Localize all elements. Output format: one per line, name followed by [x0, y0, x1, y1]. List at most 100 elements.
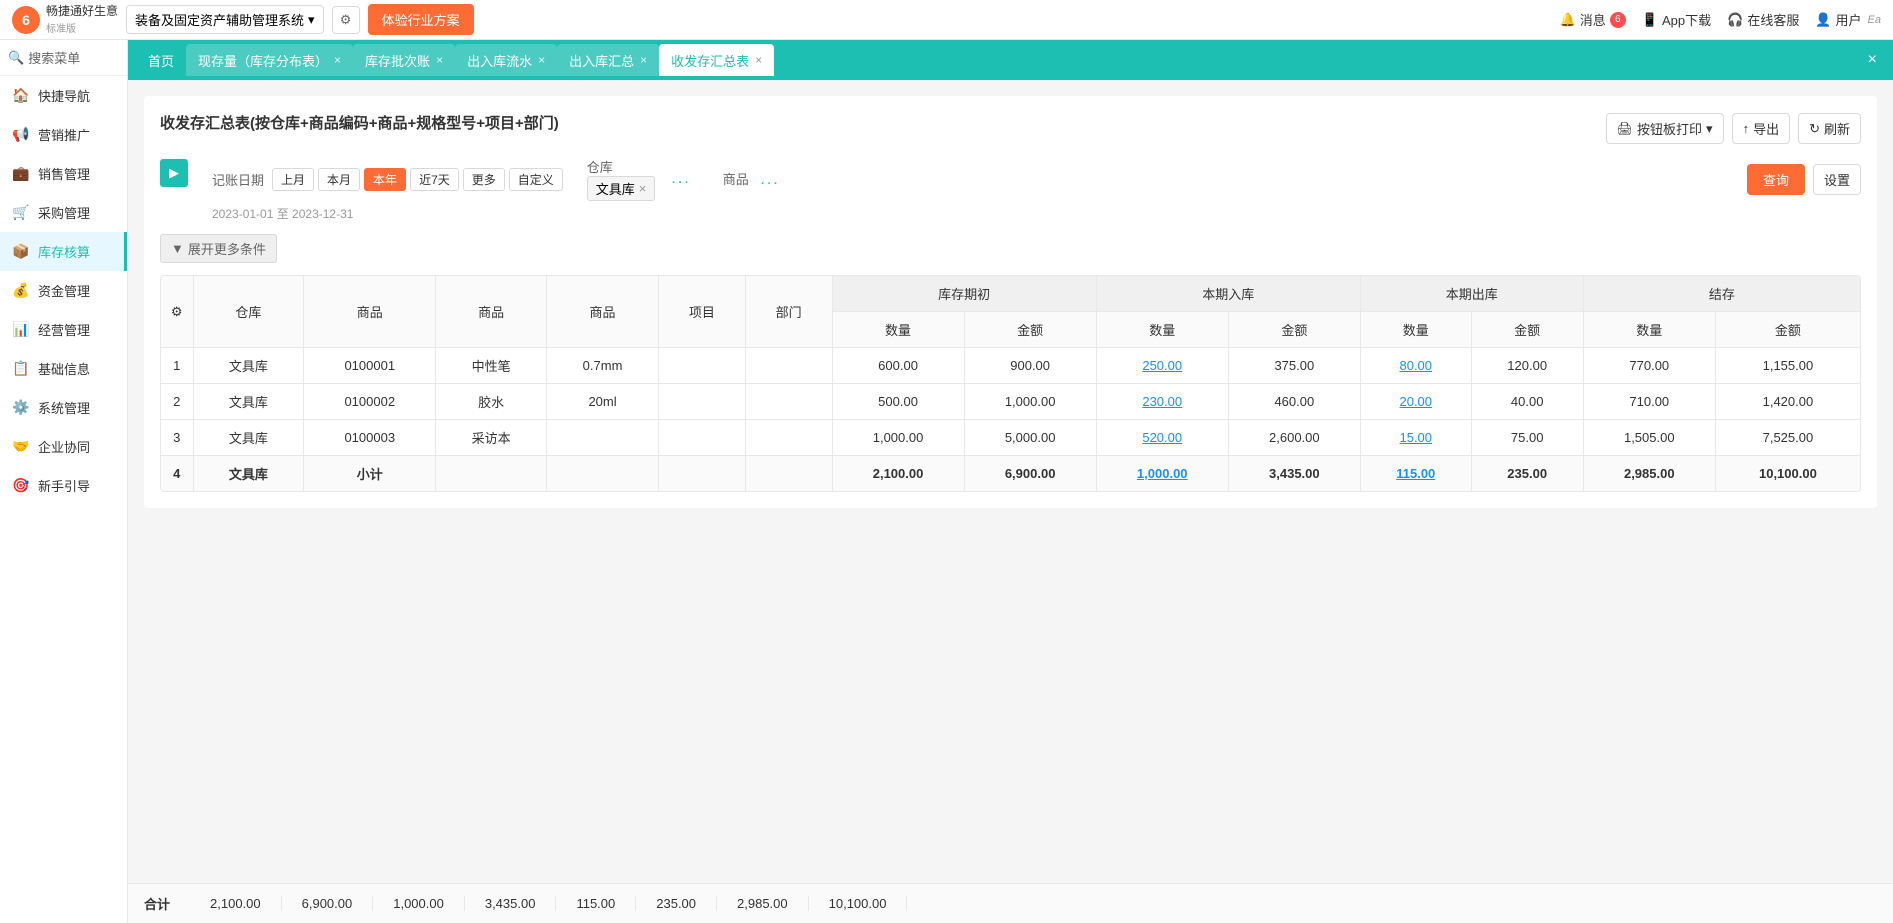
- total-opening-amt: 6,900.00: [282, 896, 374, 911]
- row-closing-amt: 1,420.00: [1715, 384, 1860, 420]
- sidebar-item-label: 采购管理: [38, 203, 90, 222]
- sidebar-item-enterprise[interactable]: 🤝 企业协同: [0, 427, 127, 466]
- row-goods-spec: 0.7mm: [547, 348, 659, 384]
- row-out-amt: 40.00: [1471, 384, 1583, 420]
- row-out-qty[interactable]: 15.00: [1360, 420, 1471, 456]
- page-title: 收发存汇总表(按仓库+商品编码+商品+规格型号+项目+部门): [160, 112, 559, 133]
- subtotal-in-qty[interactable]: 1,000.00: [1096, 456, 1228, 492]
- search-menu-btn[interactable]: 🔍 搜索菜单: [0, 40, 127, 76]
- row-in-qty[interactable]: 250.00: [1096, 348, 1228, 384]
- sidebar-item-label: 销售管理: [38, 164, 90, 183]
- sidebar-item-marketing[interactable]: 📢 营销推广: [0, 115, 127, 154]
- query-btn-area: 查询 设置: [1747, 164, 1861, 195]
- row-closing-qty: 710.00: [1583, 384, 1715, 420]
- row-opening-qty: 600.00: [832, 348, 964, 384]
- system-dropdown[interactable]: 装备及固定资产辅助管理系统 ▾: [126, 5, 324, 34]
- filter-toggle-btn[interactable]: ▶: [160, 159, 188, 187]
- tab-label: 出入库流水: [467, 51, 532, 70]
- tab-in-out-summary[interactable]: 出入库汇总 ×: [557, 44, 659, 76]
- query-button[interactable]: 查询: [1747, 164, 1805, 195]
- tab-close-icon[interactable]: ×: [755, 53, 762, 67]
- notifications-btn[interactable]: 🔔 消息 6: [1560, 10, 1626, 29]
- sidebar-item-guide[interactable]: 🎯 新手引导: [0, 466, 127, 505]
- th-in-qty: 数量: [1096, 312, 1228, 348]
- warehouse-tag-close[interactable]: ×: [639, 181, 647, 196]
- print-icon: 🖨: [1617, 121, 1634, 137]
- th-out-qty: 数量: [1360, 312, 1471, 348]
- tab-close-icon[interactable]: ×: [538, 53, 545, 67]
- sidebar-item-finance[interactable]: 💰 资金管理: [0, 271, 127, 310]
- tab-home[interactable]: 首页: [136, 44, 186, 76]
- sidebar-item-quick-nav[interactable]: 🏠 快捷导航: [0, 76, 127, 115]
- chevron-down-icon: ▾: [308, 12, 315, 28]
- row-out-qty[interactable]: 20.00: [1360, 384, 1471, 420]
- table-row: 1 文具库 0100001 中性笔 0.7mm 600.00 900.00: [161, 348, 1860, 384]
- top-bar-right: 🔔 消息 6 📱 App下载 🎧 在线客服 👤 用户 Ea: [1560, 10, 1881, 29]
- print-button[interactable]: 🖨 按钮板打印 ▾: [1606, 113, 1724, 144]
- date-btn-custom[interactable]: 自定义: [509, 168, 563, 191]
- sidebar-item-purchase[interactable]: 🛒 采购管理: [0, 193, 127, 232]
- th-warehouse: 仓库: [193, 276, 304, 348]
- export-button[interactable]: ↑ 导出: [1732, 113, 1791, 144]
- row-in-qty[interactable]: 520.00: [1096, 420, 1228, 456]
- warehouse-tag-text: 文具库: [596, 179, 635, 198]
- tab-close-icon[interactable]: ×: [334, 53, 341, 67]
- refresh-icon: ↻: [1809, 121, 1820, 137]
- search-icon: 🔍: [8, 50, 24, 66]
- tab-close-icon[interactable]: ×: [640, 53, 647, 67]
- th-opening-amt: 金额: [964, 312, 1096, 348]
- settings-icon-btn[interactable]: ⚙: [332, 6, 360, 34]
- sidebar-item-business[interactable]: 📊 经营管理: [0, 310, 127, 349]
- sidebar-item-label: 库存核算: [38, 242, 90, 261]
- tab-collect-summary[interactable]: 收发存汇总表 ×: [659, 44, 774, 76]
- bell-icon: 🔔: [1560, 12, 1576, 28]
- expand-icon: ▼: [171, 241, 184, 256]
- sidebar-item-sales[interactable]: 💼 销售管理: [0, 154, 127, 193]
- expand-more-btn[interactable]: ▼ 展开更多条件: [160, 234, 277, 263]
- total-values: 2,100.00 6,900.00 1,000.00 3,435.00 115.…: [190, 896, 907, 911]
- sidebar-item-inventory[interactable]: 📦 库存核算: [0, 232, 127, 271]
- logo-text-area: 畅捷通好生意 标准版: [46, 4, 118, 35]
- row-goods-name: 中性笔: [436, 348, 547, 384]
- total-closing-qty: 2,985.00: [717, 896, 809, 911]
- row-warehouse: 文具库: [193, 384, 304, 420]
- online-service-btn[interactable]: 🎧 在线客服: [1727, 10, 1799, 29]
- tab-in-out-flow[interactable]: 出入库流水 ×: [455, 44, 557, 76]
- date-btn-last-month[interactable]: 上月: [272, 168, 314, 191]
- sales-icon: 💼: [12, 165, 30, 183]
- tab-bar-close-btn[interactable]: ×: [1860, 51, 1885, 69]
- date-btn-this-year[interactable]: 本年: [364, 168, 406, 191]
- refresh-button[interactable]: ↻ 刷新: [1798, 113, 1861, 144]
- date-btn-7days[interactable]: 近7天: [410, 168, 459, 191]
- date-btn-this-month[interactable]: 本月: [318, 168, 360, 191]
- settings-button[interactable]: 设置: [1813, 164, 1861, 195]
- app-download-btn[interactable]: 📱 App下载: [1642, 10, 1711, 29]
- table-config-col[interactable]: ⚙: [161, 276, 193, 348]
- tab-close-icon[interactable]: ×: [436, 53, 443, 67]
- tab-batch[interactable]: 库存批次账 ×: [353, 44, 455, 76]
- tab-label: 库存批次账: [365, 51, 430, 70]
- filter-more-dots[interactable]: ...: [671, 170, 690, 188]
- sidebar-item-basic-info[interactable]: 📋 基础信息: [0, 349, 127, 388]
- subtotal-closing-qty: 2,985.00: [1583, 456, 1715, 492]
- experience-button[interactable]: 体验行业方案: [368, 4, 474, 35]
- warehouse-tag-area: 文具库 ×: [587, 176, 656, 201]
- total-closing-amt: 10,100.00: [809, 896, 908, 911]
- row-out-qty[interactable]: 80.00: [1360, 348, 1471, 384]
- date-range-display: 2023-01-01 至 2023-12-31: [212, 205, 1861, 222]
- date-btn-more[interactable]: 更多: [463, 168, 505, 191]
- row-in-qty[interactable]: 230.00: [1096, 384, 1228, 420]
- row-opening-amt: 5,000.00: [964, 420, 1096, 456]
- subtotal-out-qty[interactable]: 115.00: [1360, 456, 1471, 492]
- row-opening-amt: 900.00: [964, 348, 1096, 384]
- sidebar-item-system[interactable]: ⚙️ 系统管理: [0, 388, 127, 427]
- goods-more-dots[interactable]: ...: [760, 171, 779, 188]
- user-btn[interactable]: 👤 用户 Ea: [1815, 10, 1881, 29]
- sidebar-item-label: 企业协同: [38, 437, 90, 456]
- row-department: [745, 348, 832, 384]
- sidebar-item-label: 资金管理: [38, 281, 90, 300]
- th-group-out: 本期出库: [1360, 276, 1583, 312]
- expand-more-area: ▼ 展开更多条件: [160, 234, 1861, 263]
- filter-row-1: 记账日期 上月 本月 本年 近7天 更多 自定义: [212, 157, 1861, 201]
- tab-inventory-dist[interactable]: 现存量（库存分布表） ×: [186, 44, 353, 76]
